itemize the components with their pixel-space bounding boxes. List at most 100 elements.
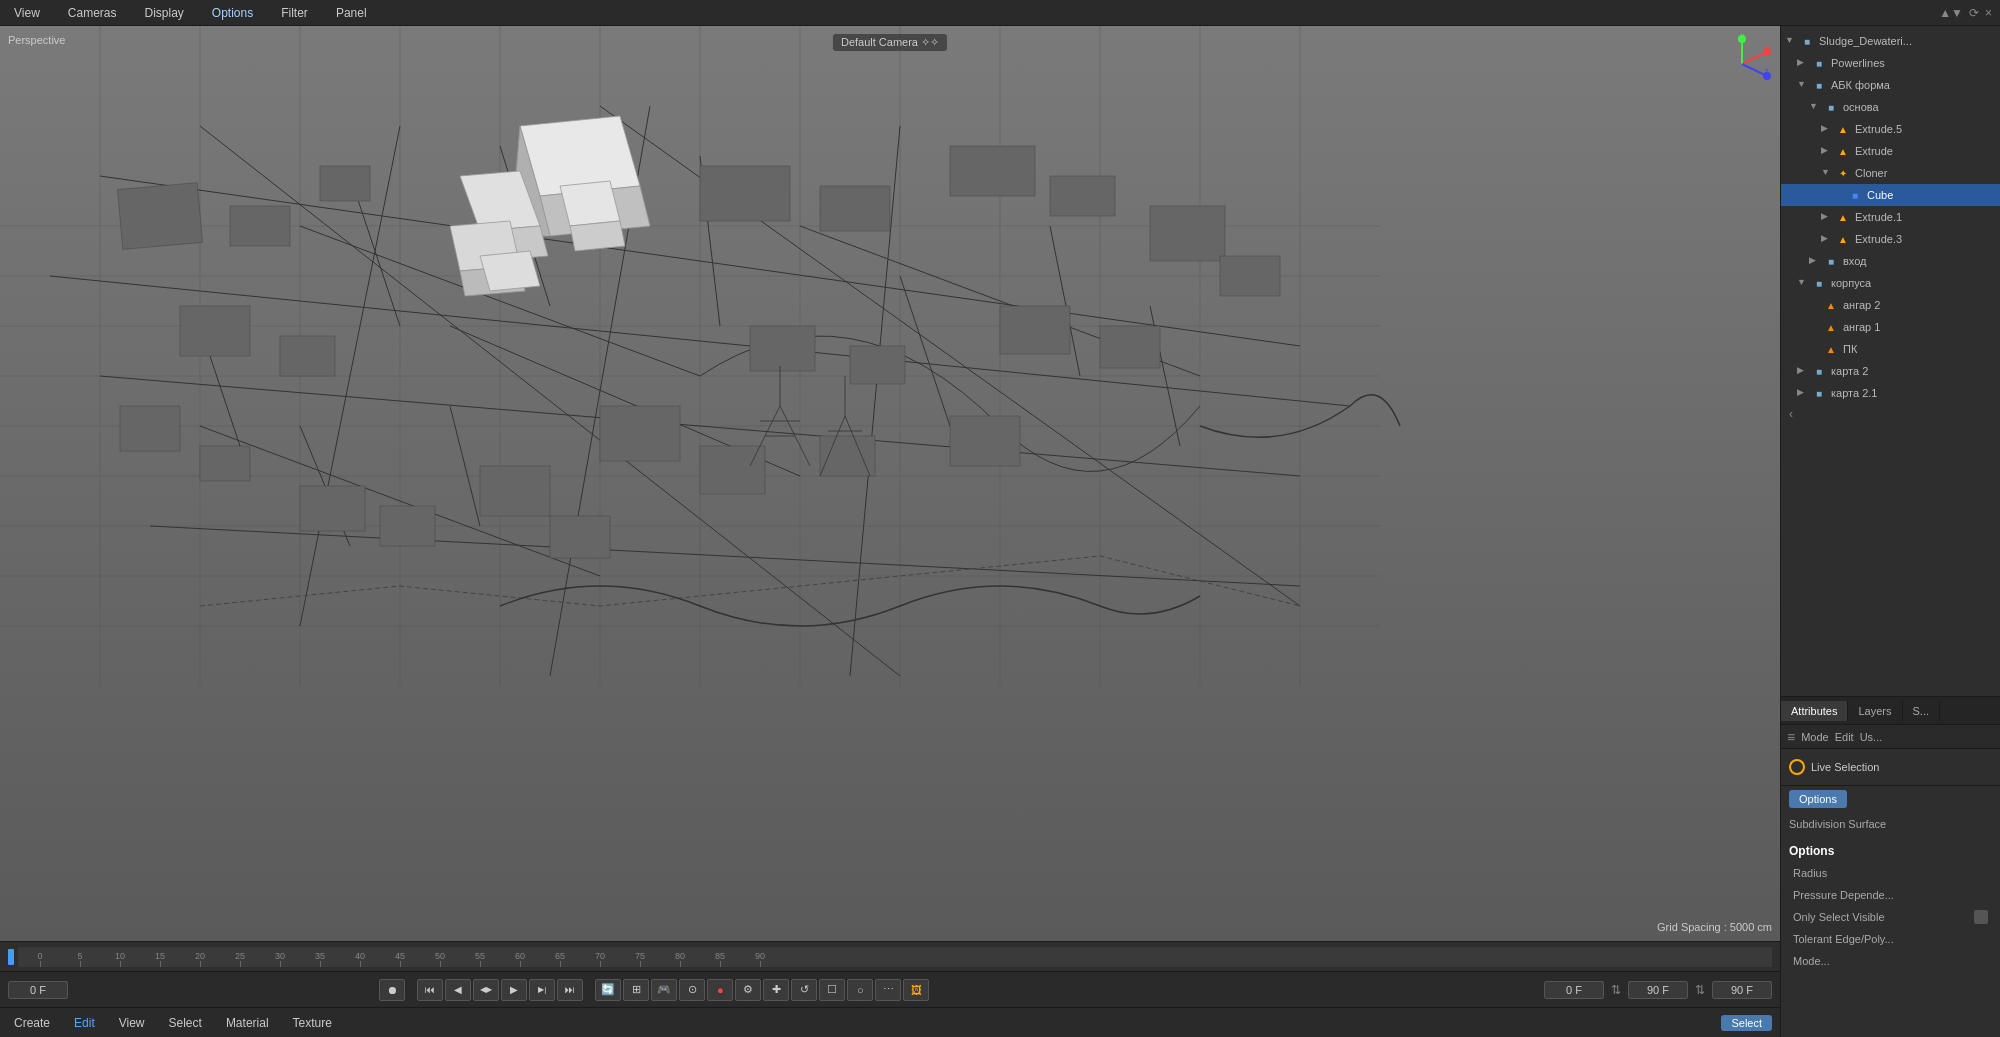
svg-rect-34 <box>320 166 370 201</box>
tree-label-extrude: Extrude <box>1855 145 1893 157</box>
scene-tree[interactable]: ▼ ■ Sludge_Dewateri... ▶ ■ Powerlines ▼ … <box>1781 26 2000 697</box>
options-button-label[interactable]: Options <box>1789 790 1847 808</box>
svg-rect-50 <box>700 446 765 494</box>
tree-item-cube[interactable]: ■ Cube <box>1781 184 2000 206</box>
svg-rect-39 <box>700 166 790 221</box>
tree-item-karta2[interactable]: ▶ ■ карта 2 <box>1781 360 2000 382</box>
tree-item-powerlines[interactable]: ▶ ■ Powerlines <box>1781 52 2000 74</box>
goto-start-button[interactable]: ⏮ <box>417 979 443 1001</box>
add-keyframe-button[interactable]: ✚ <box>763 979 789 1001</box>
goto-end-button[interactable]: ⏭ <box>557 979 583 1001</box>
mesh-icon: ▲ <box>1823 319 1839 335</box>
bottom-edit[interactable]: Edit <box>68 1014 101 1032</box>
svg-text:Y: Y <box>1740 34 1746 40</box>
more-button[interactable]: ⋯ <box>875 979 901 1001</box>
expand-icon <box>1809 321 1821 333</box>
layout-button[interactable]: ⊞ <box>623 979 649 1001</box>
frame-up-down[interactable]: ⇅ <box>1608 982 1624 998</box>
tree-item-vhod[interactable]: ▶ ■ вход <box>1781 250 2000 272</box>
subdivision-surface-label: Subdivision Surface <box>1789 818 1886 830</box>
user-data-button[interactable]: Us... <box>1860 731 1883 743</box>
tree-label-osnova: основа <box>1843 101 1879 113</box>
bottom-view[interactable]: View <box>113 1014 151 1032</box>
live-selection-section: Live Selection <box>1781 749 2000 786</box>
menu-view[interactable]: View <box>8 4 46 22</box>
menu-display[interactable]: Display <box>138 4 189 22</box>
motion-button[interactable]: 🎮 <box>651 979 677 1001</box>
collapse-arrow[interactable]: ‹ <box>1781 404 2000 424</box>
mode-button[interactable]: Mode <box>1801 731 1829 743</box>
tree-item-abk[interactable]: ▼ ■ АБК форма <box>1781 74 2000 96</box>
start-frame-input[interactable] <box>1544 981 1604 999</box>
tab-layers[interactable]: Layers <box>1848 701 1902 721</box>
viewport-gizmo[interactable]: X Y Z <box>1712 34 1772 94</box>
menu-panel[interactable]: Panel <box>330 4 373 22</box>
svg-rect-32 <box>118 183 203 250</box>
tree-label-powerlines: Powerlines <box>1831 57 1885 69</box>
bottom-texture[interactable]: Texture <box>287 1014 338 1032</box>
menu-cameras[interactable]: Cameras <box>62 4 123 22</box>
expand-icon: ▶ <box>1809 255 1821 267</box>
tree-item-osnova[interactable]: ▼ ■ основа <box>1781 96 2000 118</box>
settings-button[interactable]: ⚙ <box>735 979 761 1001</box>
tree-item-extrude3[interactable]: ▶ ▲ Extrude.3 <box>1781 228 2000 250</box>
tab-attributes[interactable]: Attributes <box>1781 701 1848 721</box>
tree-item-pk[interactable]: ▲ ПК <box>1781 338 2000 360</box>
scene-canvas[interactable] <box>0 26 1780 941</box>
tree-label-cube: Cube <box>1867 189 1893 201</box>
window-control-close[interactable]: × <box>1985 6 1992 20</box>
hamburger-icon[interactable]: ≡ <box>1787 729 1795 745</box>
object-button[interactable]: ○ <box>847 979 873 1001</box>
render-button[interactable]: 🖼 <box>903 979 929 1001</box>
3d-viewport[interactable]: Perspective Default Camera ✧✧ X <box>0 26 1780 941</box>
play-button[interactable]: ▶ <box>501 979 527 1001</box>
prev-frame-button[interactable]: ◀ <box>445 979 471 1001</box>
tree-item-extrude1[interactable]: ▶ ▲ Extrude.1 <box>1781 206 2000 228</box>
preview-end-input[interactable] <box>1712 981 1772 999</box>
extrude-icon: ▲ <box>1835 121 1851 137</box>
prop-pressure: Pressure Depende... <box>1789 884 1992 906</box>
tree-label-extrude5: Extrude.5 <box>1855 123 1902 135</box>
bottom-select[interactable]: Select <box>163 1014 208 1032</box>
timeline-ruler[interactable]: 0 5 10 15 20 25 30 35 40 45 50 55 60 65 … <box>18 947 1772 967</box>
menu-filter[interactable]: Filter <box>275 4 314 22</box>
svg-rect-33 <box>230 206 290 246</box>
end-frame-input[interactable] <box>1628 981 1688 999</box>
tree-item-cloner[interactable]: ▼ ✦ Cloner <box>1781 162 2000 184</box>
window-control-refresh[interactable]: ⟳ <box>1969 6 1979 20</box>
svg-text:X: X <box>1764 43 1770 52</box>
tree-item-korpusa[interactable]: ▼ ■ корпуса <box>1781 272 2000 294</box>
play-backward-button[interactable]: ◀▶ <box>473 979 499 1001</box>
svg-rect-45 <box>750 326 815 371</box>
current-frame-bar <box>8 949 14 965</box>
menu-options[interactable]: Options <box>206 4 259 22</box>
bottom-material[interactable]: Material <box>220 1014 275 1032</box>
edit-button[interactable]: Edit <box>1835 731 1854 743</box>
tab-scene[interactable]: S... <box>1903 701 1941 721</box>
select-button[interactable]: Select <box>1721 1015 1772 1031</box>
tree-item-angar1[interactable]: ▲ ангар 1 <box>1781 316 2000 338</box>
stop-button[interactable]: ● <box>707 979 733 1001</box>
end-frame-up-down[interactable]: ⇅ <box>1692 982 1708 998</box>
only-visible-checkbox[interactable] <box>1974 910 1988 924</box>
radius-label: Radius <box>1793 867 1988 879</box>
current-frame-input[interactable] <box>8 981 68 999</box>
record2-button[interactable]: ⊙ <box>679 979 705 1001</box>
tree-label-korpusa: корпуса <box>1831 277 1871 289</box>
undo-button[interactable]: ↺ <box>791 979 817 1001</box>
tree-item-extrude5[interactable]: ▶ ▲ Extrude.5 <box>1781 118 2000 140</box>
frame-button[interactable]: ☐ <box>819 979 845 1001</box>
next-frame-button[interactable]: ▶| <box>529 979 555 1001</box>
tree-item-karta21[interactable]: ▶ ■ карта 2.1 <box>1781 382 2000 404</box>
bottom-create[interactable]: Create <box>8 1014 56 1032</box>
tree-item-extrude[interactable]: ▶ ▲ Extrude <box>1781 140 2000 162</box>
subdivision-surface-row[interactable]: Subdivision Surface <box>1781 812 2000 836</box>
viewport-area: Perspective Default Camera ✧✧ X <box>0 26 1780 1037</box>
loop-button[interactable]: 🔄 <box>595 979 621 1001</box>
svg-rect-41 <box>950 146 1035 196</box>
tree-item-angar2[interactable]: ▲ ангар 2 <box>1781 294 2000 316</box>
options-active-button[interactable]: Options <box>1781 786 2000 812</box>
window-control-resize[interactable]: ▲▼ <box>1939 6 1963 20</box>
tree-item-sludge[interactable]: ▼ ■ Sludge_Dewateri... <box>1781 30 2000 52</box>
record-button[interactable]: ⏺ <box>379 979 405 1001</box>
